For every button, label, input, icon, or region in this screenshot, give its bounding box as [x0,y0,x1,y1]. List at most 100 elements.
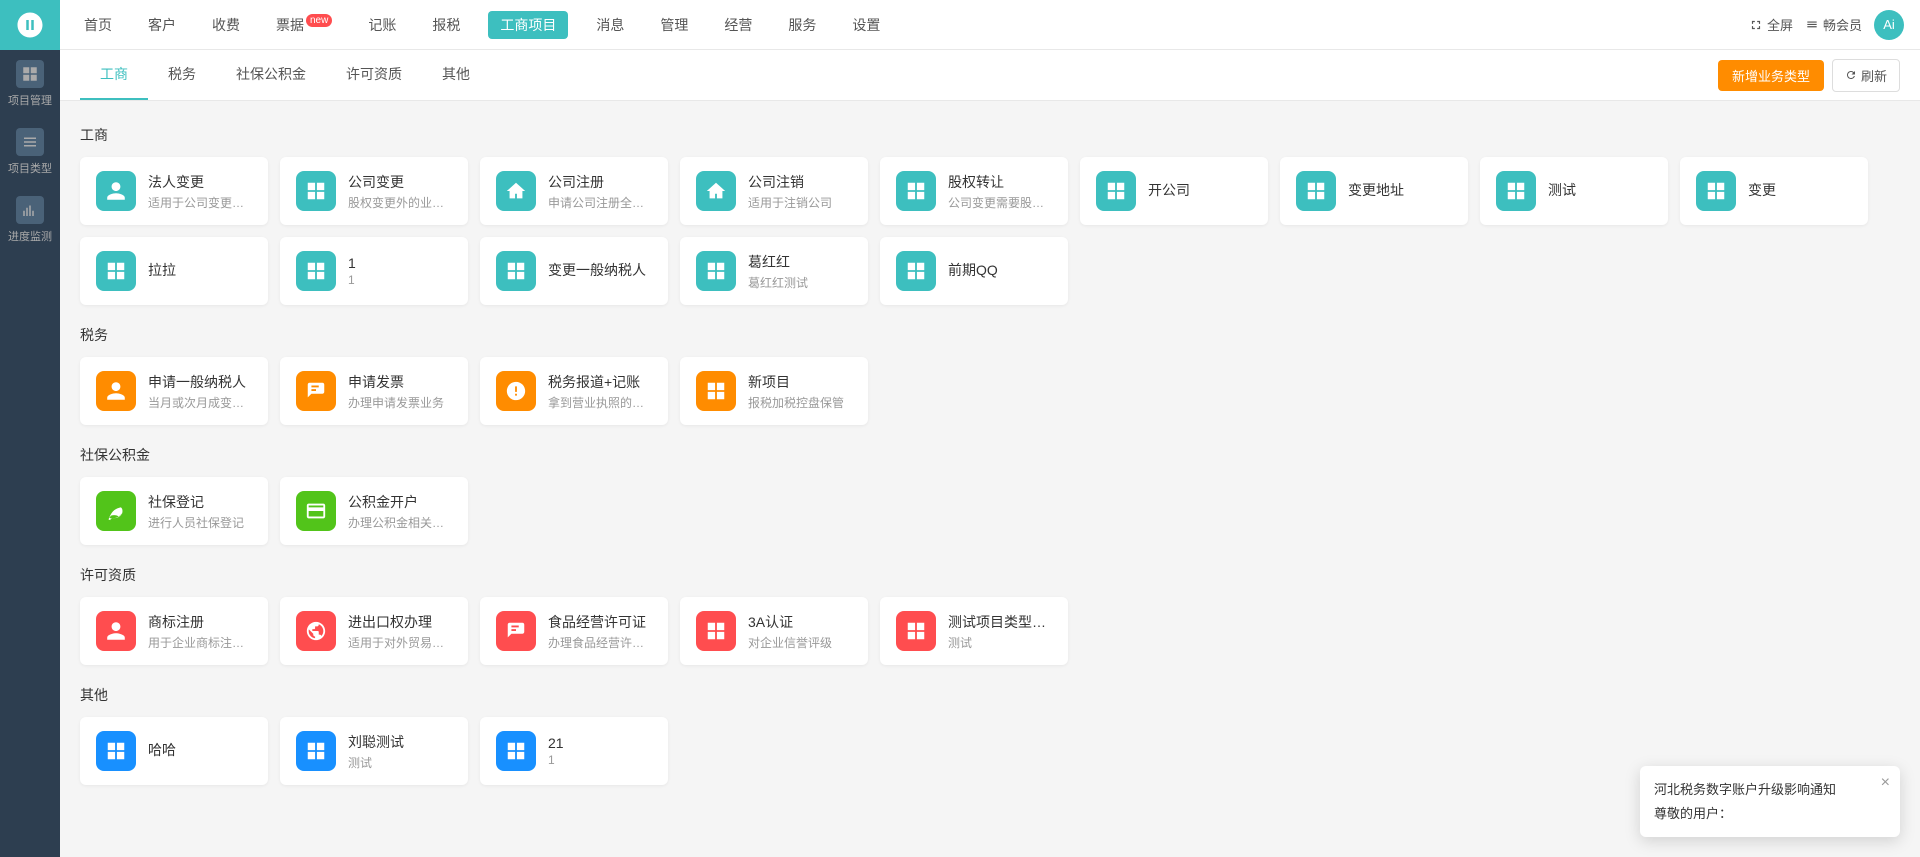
topnav-right: 全屏 畅会员 Ai [1749,10,1904,40]
section-title-gongshang: 工商 [80,125,1900,145]
notification-sub: 尊敬的用户： [1654,804,1886,824]
cards-grid-shebao: 社保登记 进行人员社保登记 公积金开户 办理公积金相关业务 [80,477,1900,545]
sidebar-item-project-manage[interactable]: 项目管理 [0,50,60,118]
change-icon [1696,171,1736,211]
card-import-export[interactable]: 进出口权办理 适用于对外贸易经营者 [280,597,468,665]
cert-icon [696,611,736,651]
cards-grid-shuiwu: 申请一般纳税人 当月或次月成变更完成 申请发票 办理申请发票业务 [80,357,1900,425]
tabs: 工商 税务 社保公积金 许可资质 其他 [80,50,490,100]
vip-btn[interactable]: 畅会员 [1805,15,1862,34]
leaf-icon [96,491,136,531]
notification-close-btn[interactable]: × [1881,774,1890,792]
refresh-button[interactable]: 刷新 [1832,59,1900,92]
tab-shuiwu[interactable]: 税务 [148,50,216,100]
card-3a-cert[interactable]: 3A认证 对企业信誉评级 [680,597,868,665]
card-faren-biangeng[interactable]: 法人变更 适用于公司变更法人 [80,157,268,225]
card-new-project[interactable]: 新项目 报税加税控盘保管 [680,357,868,425]
sidebar-item-project-type[interactable]: 项目类型 [0,118,60,186]
coin-icon [496,371,536,411]
nav-settings[interactable]: 设置 [844,11,888,39]
new-business-type-button[interactable]: 新增业务类型 [1718,60,1824,91]
card-social-insurance[interactable]: 社保登记 进行人员社保登记 [80,477,268,545]
nav-message[interactable]: 消息 [588,11,632,39]
card-qianqi-qq[interactable]: 前期QQ [880,237,1068,305]
card-open-company[interactable]: 开公司 [1080,157,1268,225]
page-body: 工商 法人变更 适用于公司变更法人 公司变更 股权变 [60,101,1920,821]
card-trademark[interactable]: 商标注册 用于企业商标注册服务 [80,597,268,665]
nav-home[interactable]: 首页 [76,11,120,39]
receipt-icon [296,371,336,411]
card-housing-fund[interactable]: 公积金开户 办理公积金相关业务 [280,477,468,545]
nav-accounting[interactable]: 记账 [360,11,404,39]
nav-fee[interactable]: 收费 [204,11,248,39]
nav-service[interactable]: 服务 [780,11,824,39]
app-logo [0,0,60,50]
building-icon [496,171,536,211]
card-haha[interactable]: 哈哈 [80,717,268,785]
qq-icon [896,251,936,291]
one-icon [296,251,336,291]
chart-icon [16,196,44,224]
card-change-taxpayer[interactable]: 变更一般纳税人 [480,237,668,305]
section-title-shuiwu: 税务 [80,325,1900,345]
liucong-icon [296,731,336,771]
def-icon [896,611,936,651]
card-company-cancel[interactable]: 公司注销 适用于注销公司 [680,157,868,225]
card-food-license[interactable]: 食品经营许可证 办理食品经营许可证 [480,597,668,665]
tab-shebao[interactable]: 社保公积金 [216,50,326,100]
section-title-xuke: 许可资质 [80,565,1900,585]
nav-tax[interactable]: 报税 [424,11,468,39]
haha-icon [96,731,136,771]
person-icon [96,171,136,211]
gehonghong-icon [696,251,736,291]
nav-business[interactable]: 工商项目 [488,11,568,39]
card-change[interactable]: 变更 [1680,157,1868,225]
tab-xuke[interactable]: 许可资质 [326,50,422,100]
globe-icon [296,611,336,651]
sidebar: 项目管理 项目类型 进度监测 [0,0,60,857]
new-badge: new [306,14,332,27]
nav-customer[interactable]: 客户 [140,11,184,39]
notification-popup: × 河北税务数字账户升级影响通知 尊敬的用户： [1640,766,1900,837]
equity-icon [896,171,936,211]
card-apply-taxpayer[interactable]: 申请一般纳税人 当月或次月成变更完成 [80,357,268,425]
food-icon [496,611,536,651]
card-company-change[interactable]: 公司变更 股权变更外的业务变更 [280,157,468,225]
card-company-register[interactable]: 公司注册 申请公司注册全流程 [480,157,668,225]
lala-icon [96,251,136,291]
trademark-icon [96,611,136,651]
card-test[interactable]: 测试 [1480,157,1668,225]
open-icon [1096,171,1136,211]
21-icon [496,731,536,771]
tab-gongshang[interactable]: 工商 [80,50,148,100]
nav-manage[interactable]: 管理 [652,11,696,39]
cards-grid-gongshang: 法人变更 适用于公司变更法人 公司变更 股权变更外的业务变更 [80,157,1900,305]
content-area: 工商 税务 社保公积金 许可资质 其他 新增业务类型 刷新 工商 [60,50,1920,857]
card-lala[interactable]: 拉拉 [80,237,268,305]
nav-operation[interactable]: 经营 [716,11,760,39]
tabs-actions: 新增业务类型 刷新 [1718,59,1900,92]
fullscreen-btn[interactable]: 全屏 [1749,15,1793,34]
nav-ticket[interactable]: 票据new [268,11,340,39]
card-gehonghong[interactable]: 葛红红 葛红红测试 [680,237,868,305]
card-21[interactable]: 21 1 [480,717,668,785]
card-equity-transfer[interactable]: 股权转让 公司变更需要股权转让 [880,157,1068,225]
card-test-type-def[interactable]: 测试项目类型目定义 测试 [880,597,1068,665]
taxpayer-icon [496,251,536,291]
card-1[interactable]: 1 1 [280,237,468,305]
card-liucong-test[interactable]: 刘聪测试 测试 [280,717,468,785]
card-icon [296,491,336,531]
section-title-shebao: 社保公积金 [80,445,1900,465]
sidebar-item-progress[interactable]: 进度监测 [0,186,60,254]
section-title-other: 其他 [80,685,1900,705]
list-icon [16,128,44,156]
avatar[interactable]: Ai [1874,10,1904,40]
card-apply-invoice[interactable]: 申请发票 办理申请发票业务 [280,357,468,425]
card-tax-report[interactable]: 税务报道+记账 拿到营业执照的新公司 [480,357,668,425]
card-change-address[interactable]: 变更地址 [1280,157,1468,225]
tabs-bar: 工商 税务 社保公积金 许可资质 其他 新增业务类型 刷新 [60,50,1920,101]
notification-title: 河北税务数字账户升级影响通知 [1654,780,1886,800]
top-navigation: 首页 客户 收费 票据new 记账 报税 工商项目 消息 管理 经营 服务 设置… [60,0,1920,50]
new-project-icon [696,371,736,411]
tab-other[interactable]: 其他 [422,50,490,100]
